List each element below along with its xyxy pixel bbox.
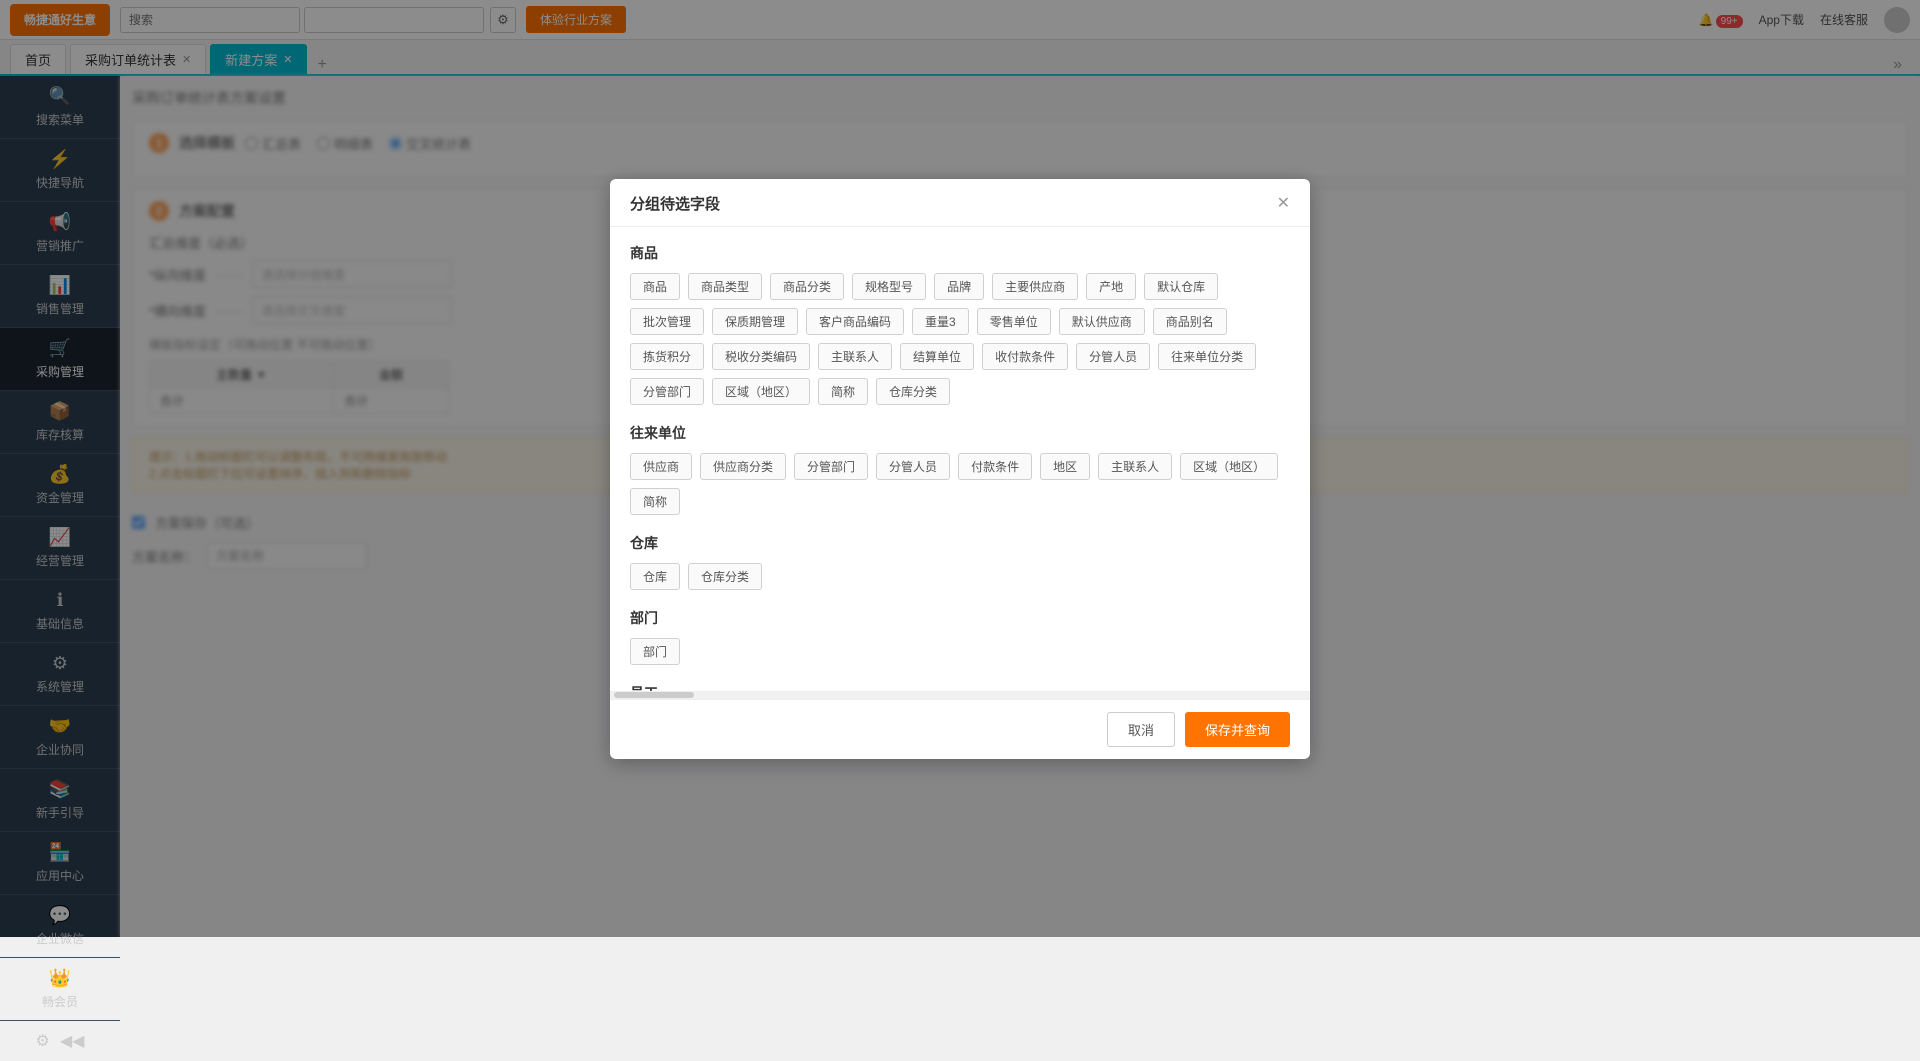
field-section-4: 员工业务员 bbox=[630, 683, 1290, 691]
section-title-3: 部门 bbox=[630, 608, 1290, 628]
field-chip-0-6[interactable]: 产地 bbox=[1086, 273, 1136, 300]
modal-body: 商品商品商品类型商品分类规格型号品牌主要供应商产地默认仓库批次管理保质期管理客户… bbox=[610, 227, 1310, 691]
field-chip-0-1[interactable]: 商品类型 bbox=[688, 273, 762, 300]
modal-hscroll[interactable] bbox=[610, 691, 1310, 699]
field-chip-0-23[interactable]: 区域（地区） bbox=[712, 378, 810, 405]
field-chip-0-21[interactable]: 往来单位分类 bbox=[1158, 343, 1256, 370]
field-chip-0-2[interactable]: 商品分类 bbox=[770, 273, 844, 300]
field-chip-1-8[interactable]: 简称 bbox=[630, 488, 680, 515]
field-chip-0-17[interactable]: 主联系人 bbox=[818, 343, 892, 370]
hscroll-thumb bbox=[614, 692, 694, 698]
field-chip-2-0[interactable]: 仓库 bbox=[630, 563, 680, 590]
field-section-2: 仓库仓库仓库分类 bbox=[630, 533, 1290, 590]
field-chip-2-1[interactable]: 仓库分类 bbox=[688, 563, 762, 590]
field-chip-0-18[interactable]: 结算单位 bbox=[900, 343, 974, 370]
field-chip-1-5[interactable]: 地区 bbox=[1040, 453, 1090, 480]
section-title-1: 往来单位 bbox=[630, 423, 1290, 443]
sidebar-settings-icon[interactable]: ⚙ bbox=[36, 1031, 50, 1051]
field-chip-0-3[interactable]: 规格型号 bbox=[852, 273, 926, 300]
field-chip-0-16[interactable]: 税收分类编码 bbox=[712, 343, 810, 370]
field-chip-1-4[interactable]: 付款条件 bbox=[958, 453, 1032, 480]
field-chip-1-0[interactable]: 供应商 bbox=[630, 453, 692, 480]
field-chip-0-12[interactable]: 零售单位 bbox=[977, 308, 1051, 335]
sidebar-volume-icon[interactable]: ◀◀ bbox=[60, 1031, 85, 1051]
field-section-0: 商品商品商品类型商品分类规格型号品牌主要供应商产地默认仓库批次管理保质期管理客户… bbox=[630, 243, 1290, 405]
section-title-2: 仓库 bbox=[630, 533, 1290, 553]
field-chip-3-0[interactable]: 部门 bbox=[630, 638, 680, 665]
field-chip-1-1[interactable]: 供应商分类 bbox=[700, 453, 786, 480]
field-chips-0: 商品商品类型商品分类规格型号品牌主要供应商产地默认仓库批次管理保质期管理客户商品… bbox=[630, 273, 1290, 405]
section-title-0: 商品 bbox=[630, 243, 1290, 263]
field-chip-0-13[interactable]: 默认供应商 bbox=[1059, 308, 1145, 335]
confirm-button[interactable]: 保存并查询 bbox=[1185, 712, 1290, 747]
field-chip-0-7[interactable]: 默认仓库 bbox=[1144, 273, 1218, 300]
field-chip-1-7[interactable]: 区域（地区） bbox=[1180, 453, 1278, 480]
field-chip-0-24[interactable]: 简称 bbox=[818, 378, 868, 405]
sidebar-icon-14: 👑 bbox=[49, 968, 71, 989]
modal-title: 分组待选字段 bbox=[630, 193, 720, 214]
sidebar-item-14[interactable]: 👑 畅会员 bbox=[0, 958, 120, 1021]
field-chip-0-10[interactable]: 客户商品编码 bbox=[806, 308, 904, 335]
cancel-button[interactable]: 取消 bbox=[1107, 712, 1175, 747]
field-chip-0-11[interactable]: 重量3 bbox=[912, 308, 969, 335]
modal-header: 分组待选字段 ✕ bbox=[610, 179, 1310, 227]
field-chips-1: 供应商供应商分类分管部门分管人员付款条件地区主联系人区域（地区） 简称 bbox=[630, 453, 1290, 515]
field-chip-0-20[interactable]: 分管人员 bbox=[1076, 343, 1150, 370]
field-chips-3: 部门 bbox=[630, 638, 1290, 665]
field-section-3: 部门部门 bbox=[630, 608, 1290, 665]
field-chip-0-19[interactable]: 收付款条件 bbox=[982, 343, 1068, 370]
field-chip-0-8[interactable]: 批次管理 bbox=[630, 308, 704, 335]
field-chips-2: 仓库仓库分类 bbox=[630, 563, 1290, 590]
modal-overlay: 分组待选字段 ✕ 商品商品商品类型商品分类规格型号品牌主要供应商产地默认仓库批次… bbox=[0, 0, 1920, 937]
field-chip-0-15[interactable]: 拣货积分 bbox=[630, 343, 704, 370]
modal-close-button[interactable]: ✕ bbox=[1277, 193, 1290, 213]
field-chip-0-9[interactable]: 保质期管理 bbox=[712, 308, 798, 335]
field-chip-0-0[interactable]: 商品 bbox=[630, 273, 680, 300]
field-chip-0-22[interactable]: 分管部门 bbox=[630, 378, 704, 405]
field-chip-1-2[interactable]: 分管部门 bbox=[794, 453, 868, 480]
sidebar-label-14: 畅会员 bbox=[42, 993, 78, 1010]
field-section-1: 往来单位供应商供应商分类分管部门分管人员付款条件地区主联系人区域（地区） 简称 bbox=[630, 423, 1290, 515]
field-chip-0-5[interactable]: 主要供应商 bbox=[992, 273, 1078, 300]
field-select-modal: 分组待选字段 ✕ 商品商品商品类型商品分类规格型号品牌主要供应商产地默认仓库批次… bbox=[610, 179, 1310, 759]
section-title-4: 员工 bbox=[630, 683, 1290, 691]
field-chip-1-6[interactable]: 主联系人 bbox=[1098, 453, 1172, 480]
field-chip-0-25[interactable]: 仓库分类 bbox=[876, 378, 950, 405]
field-chip-0-14[interactable]: 商品别名 bbox=[1153, 308, 1227, 335]
modal-footer: 取消 保存并查询 bbox=[610, 699, 1310, 759]
field-chip-1-3[interactable]: 分管人员 bbox=[876, 453, 950, 480]
field-chip-0-4[interactable]: 品牌 bbox=[934, 273, 984, 300]
sidebar-bottom: ⚙ ◀◀ bbox=[0, 1021, 120, 1061]
